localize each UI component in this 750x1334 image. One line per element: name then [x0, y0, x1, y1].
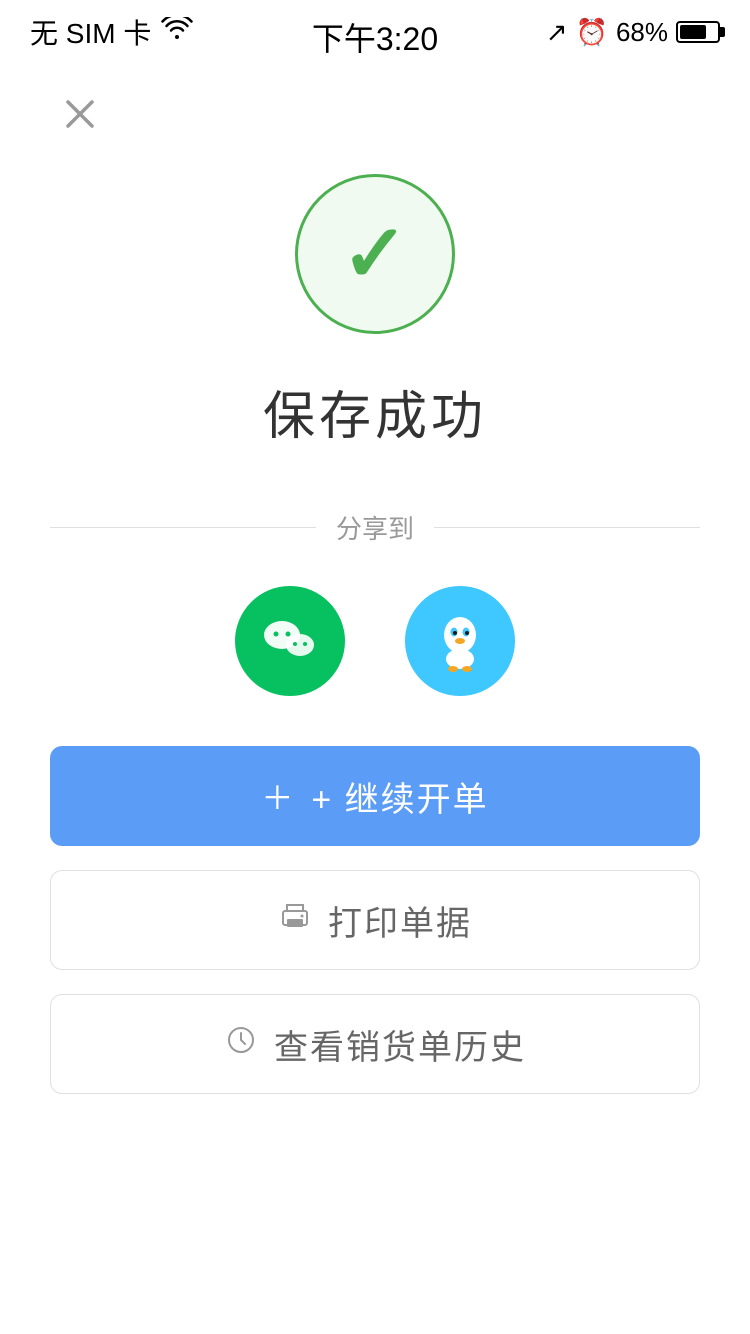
share-section: 分享到 [50, 509, 700, 696]
battery-percent: 68% [616, 17, 668, 48]
no-sim-label: 无 SIM 卡 [30, 12, 151, 52]
success-area: ✓ 保存成功 [50, 174, 700, 449]
close-button[interactable] [50, 84, 110, 144]
continue-label: + 继续开单 [311, 772, 488, 821]
continue-button[interactable]: ＋ + 继续开单 [50, 746, 700, 846]
success-circle: ✓ [295, 174, 455, 334]
history-label: 查看销货单历史 [274, 1020, 526, 1069]
alarm-icon: ⏰ [576, 17, 608, 48]
wifi-icon [161, 16, 193, 48]
share-icons [50, 586, 700, 696]
status-time: 下午3:20 [312, 14, 438, 60]
main-content: ✓ 保存成功 分享到 [0, 64, 750, 1134]
status-left: 无 SIM 卡 [30, 12, 193, 52]
battery-icon [676, 21, 720, 43]
print-label: 打印单据 [328, 896, 472, 945]
checkmark-icon: ✓ [341, 214, 408, 294]
status-bar: 无 SIM 卡 下午3:20 ↗ ⏰ 68% [0, 0, 750, 64]
share-divider: 分享到 [50, 509, 700, 546]
print-icon [278, 899, 312, 941]
plus-icon: ＋ [261, 773, 295, 819]
qq-share-button[interactable] [405, 586, 515, 696]
history-button[interactable]: 查看销货单历史 [50, 994, 700, 1094]
success-title: 保存成功 [263, 374, 487, 449]
status-right: ↗ ⏰ 68% [546, 17, 720, 48]
action-buttons: ＋ + 继续开单 打印单据 查看销货单历史 [50, 746, 700, 1094]
print-button[interactable]: 打印单据 [50, 870, 700, 970]
wechat-share-button[interactable] [235, 586, 345, 696]
history-icon [224, 1023, 258, 1065]
location-icon: ↗ [546, 17, 568, 48]
share-label: 分享到 [316, 509, 434, 546]
